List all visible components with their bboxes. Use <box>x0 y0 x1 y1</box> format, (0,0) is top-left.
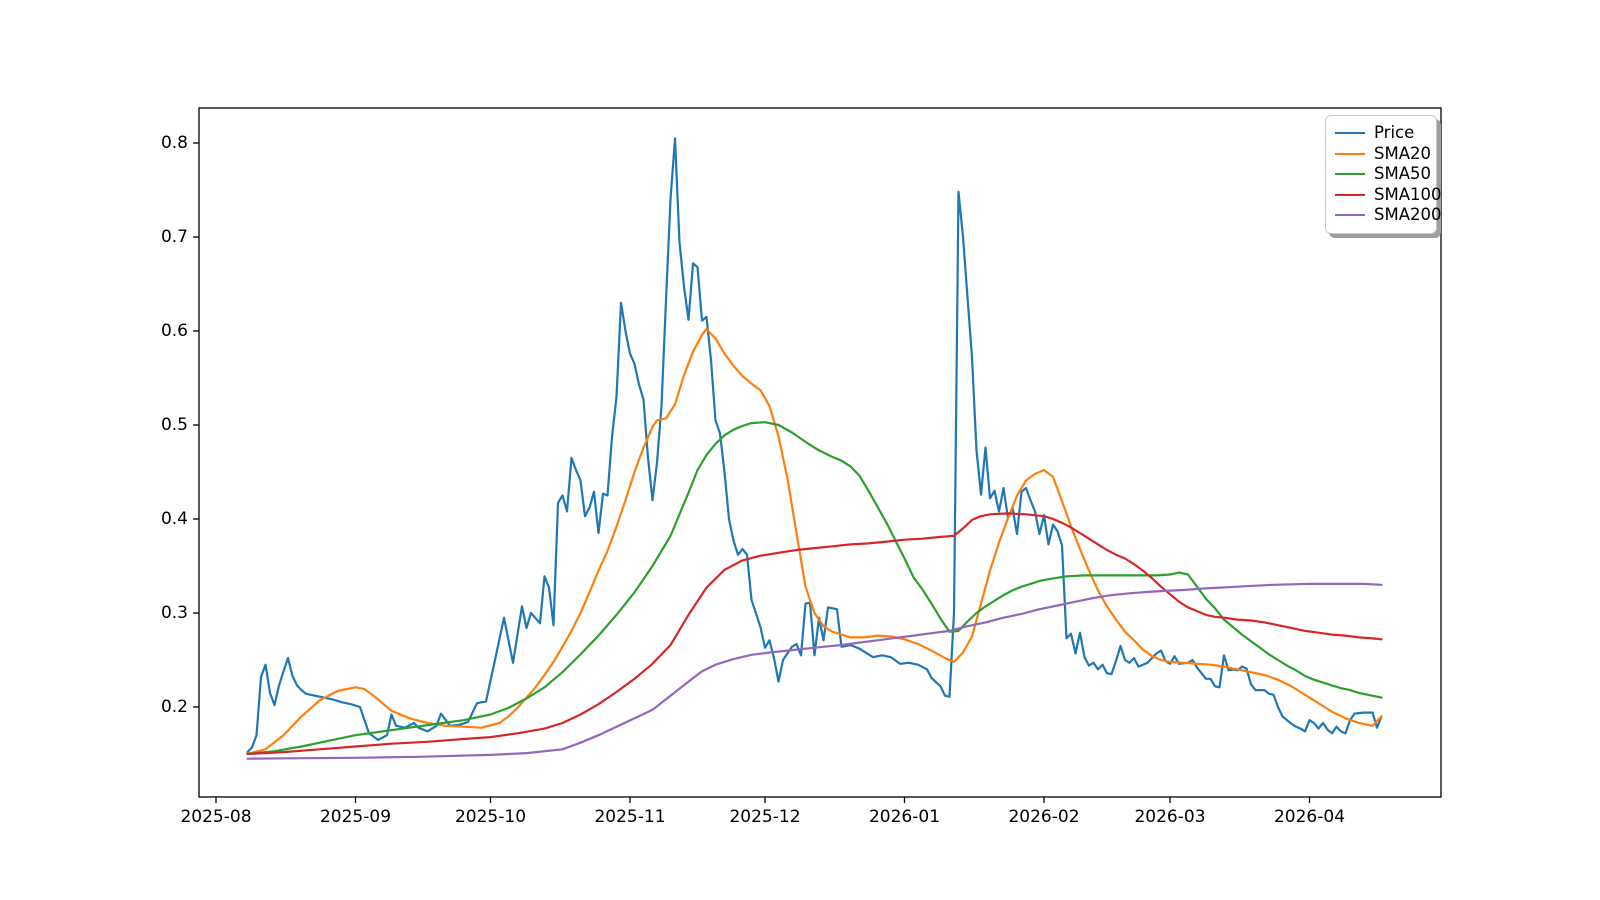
x-tick-label: 2026-02 <box>1008 807 1080 827</box>
legend-entry-sma50: SMA50 <box>1335 164 1431 185</box>
x-tick-label: 2025-11 <box>594 807 666 827</box>
y-tick-label: 0.6 <box>160 321 188 341</box>
sma200-line-swatch-icon <box>1335 214 1365 217</box>
price-line-swatch-icon <box>1335 132 1365 135</box>
x-tick-label: 2025-12 <box>729 807 801 827</box>
legend-entry-sma100: SMA100 <box>1335 185 1442 206</box>
y-tick-label: 0.2 <box>160 697 188 717</box>
legend-label: SMA20 <box>1374 143 1431 163</box>
x-tick-label: 2025-10 <box>454 807 527 827</box>
chart-figure: 2025-08 2025-09 2025-10 2025-11 2025-12 2026-… <box>0 0 1600 900</box>
y-tick-label: 0.4 <box>160 509 188 529</box>
legend-entry-price: Price <box>1335 123 1427 144</box>
y-tick-label: 0.3 <box>160 603 188 623</box>
legend-label: SMA200 <box>1374 205 1442 224</box>
sma20-line-swatch-icon <box>1335 152 1365 155</box>
sma100-line-swatch-icon <box>1335 193 1365 196</box>
legend-label: Price <box>1374 123 1415 142</box>
x-tick-label: 2025-08 <box>180 807 252 827</box>
legend-entry-sma20: SMA20 <box>1335 144 1431 165</box>
x-tick-label: 2026-01 <box>868 807 941 827</box>
legend-label: SMA100 <box>1374 184 1442 204</box>
y-tick-label: 0.8 <box>160 133 188 153</box>
y-tick-label: 0.7 <box>160 227 188 247</box>
x-tick-label: 2025-09 <box>319 807 392 827</box>
x-tick-label: 2026-04 <box>1273 807 1346 827</box>
legend: Price SMA20 SMA50 SMA100 SMA200 <box>1325 115 1442 234</box>
legend-label: SMA50 <box>1374 164 1431 183</box>
sma50-line-swatch-icon <box>1335 173 1365 176</box>
y-tick-label: 0.5 <box>160 415 188 435</box>
legend-entry-sma200: SMA200 <box>1335 205 1442 226</box>
x-tick-label: 2026-03 <box>1134 807 1206 827</box>
